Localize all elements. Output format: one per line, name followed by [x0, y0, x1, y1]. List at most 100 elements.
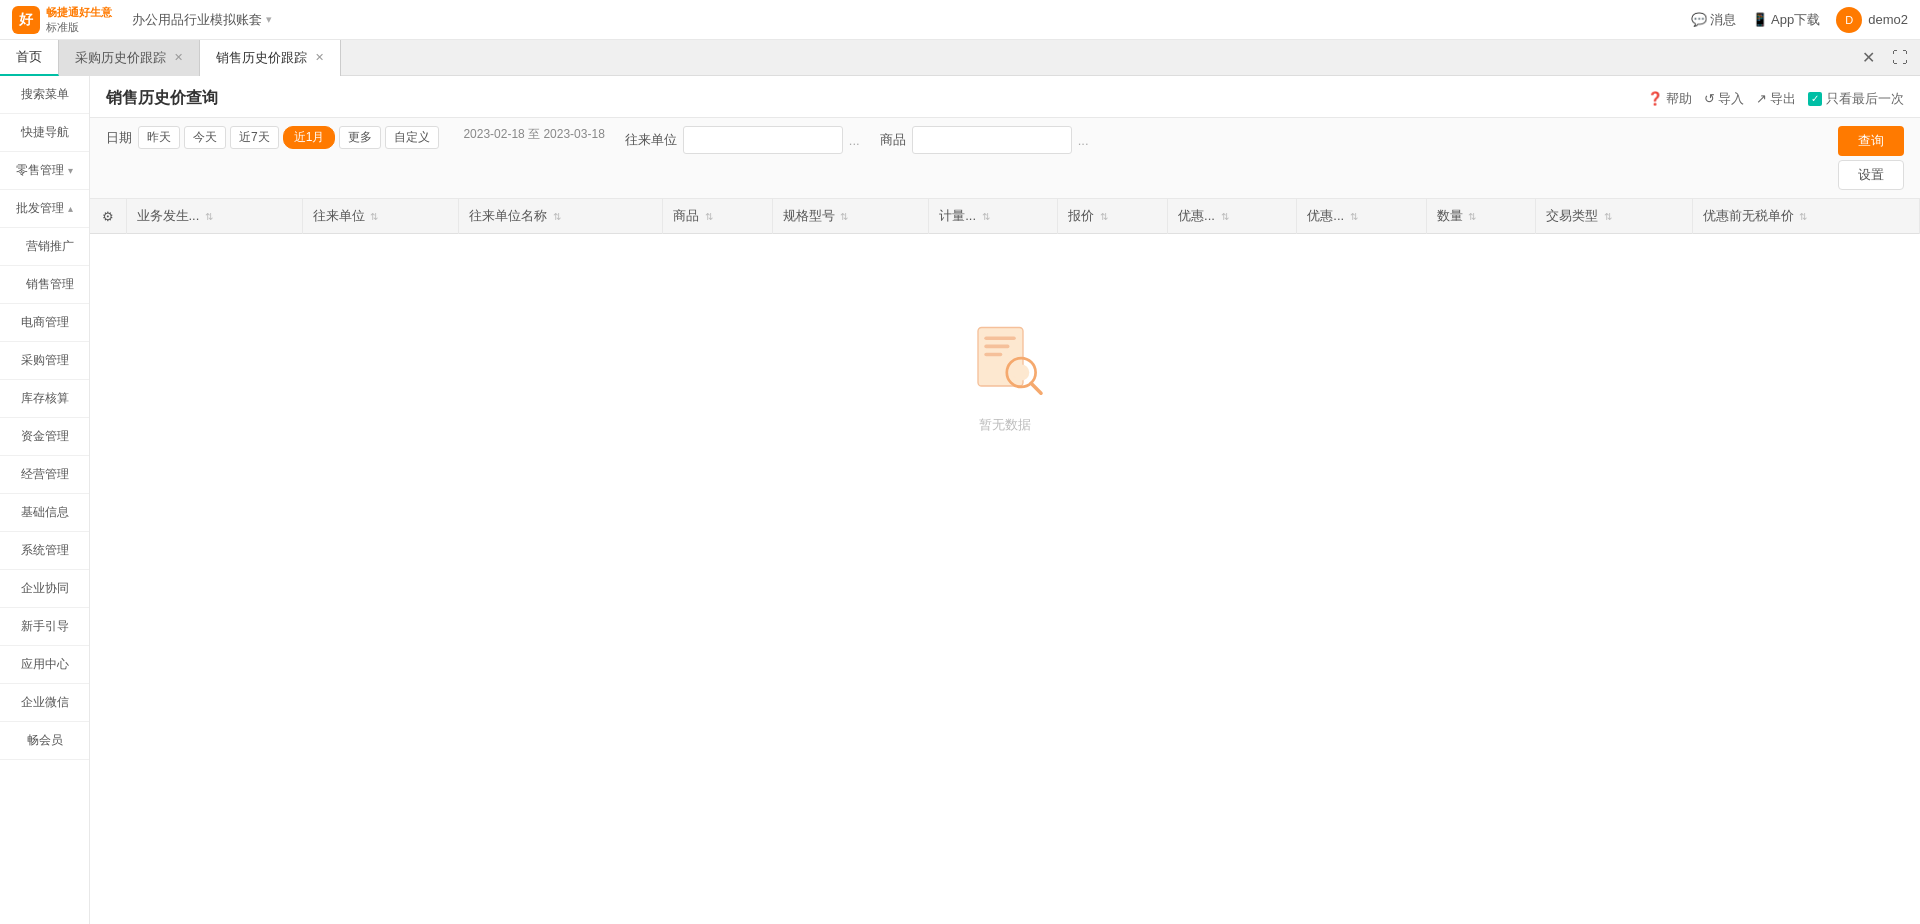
message-icon: 💬 [1691, 12, 1707, 27]
main-layout: 搜索菜单 快捷导航 零售管理 ▾ 批发管理 ▴ 营销推广 销售管理 电商管理 采… [0, 76, 1920, 924]
sidebar-item-enterprise-wechat[interactable]: 企业微信 [0, 684, 89, 722]
col-unit[interactable]: 计量... ⇅ [929, 199, 1058, 234]
date-btn-today[interactable]: 今天 [184, 126, 226, 149]
date-btn-1month[interactable]: 近1月 [283, 126, 336, 149]
sidebar-item-search-menu[interactable]: 搜索菜单 [0, 76, 89, 114]
top-header: 好 畅捷通好生意 标准版 办公用品行业模拟账套 ▾ 💬 消息 📱 App下载 D… [0, 0, 1920, 40]
sort-icon: ⇅ [1221, 211, 1229, 222]
logo-area: 好 畅捷通好生意 标准版 [12, 5, 112, 34]
date-range-text: 2023-02-18 至 2023-03-18 [463, 126, 604, 143]
filter-row: 日期 昨天 今天 近7天 近1月 更多 自定义 2023-02-18 至 202… [90, 118, 1920, 199]
col-trade-type[interactable]: 交易类型 ⇅ [1536, 199, 1693, 234]
tab-home[interactable]: 首页 [0, 40, 59, 76]
maximize-btn[interactable]: ⛶ [1888, 46, 1912, 70]
goods-dots[interactable]: ... [1078, 133, 1089, 148]
sort-icon: ⇅ [840, 211, 848, 222]
header-right: 💬 消息 📱 App下载 D demo2 [1691, 7, 1908, 33]
header-left: 好 畅捷通好生意 标准版 办公用品行业模拟账套 ▾ [12, 5, 272, 34]
table-header: ⚙ 业务发生... ⇅ 往来单位 ⇅ 往来单位名称 ⇅ [90, 199, 1920, 234]
sidebar-item-quick-nav[interactable]: 快捷导航 [0, 114, 89, 152]
goods-label: 商品 [880, 131, 906, 149]
sidebar-item-purchase-mgmt[interactable]: 采购管理 [0, 342, 89, 380]
col-counterparty-name[interactable]: 往来单位名称 ⇅ [459, 199, 663, 234]
col-discount2[interactable]: 优惠... ⇅ [1297, 199, 1426, 234]
filter-action-btns: 查询 设置 [1838, 126, 1904, 190]
sidebar-item-wholesale-mgmt[interactable]: 批发管理 ▴ [0, 190, 89, 228]
tab-sales-history[interactable]: 销售历史价跟踪 ✕ [200, 40, 341, 76]
help-btn[interactable]: ❓ 帮助 [1647, 90, 1692, 108]
sort-icon: ⇅ [553, 211, 561, 222]
svg-line-5 [1031, 383, 1041, 393]
sidebar-item-finance-mgmt[interactable]: 资金管理 [0, 418, 89, 456]
import-btn[interactable]: ↺ 导入 [1704, 90, 1744, 108]
sidebar-item-ops-mgmt[interactable]: 经营管理 [0, 456, 89, 494]
date-filter-group: 日期 昨天 今天 近7天 近1月 更多 自定义 [106, 126, 439, 149]
dropdown-icon[interactable]: ▾ [266, 13, 272, 26]
user-area[interactable]: D demo2 [1836, 7, 1908, 33]
counterparty-dots[interactable]: ... [849, 133, 860, 148]
empty-state: 暂无数据 [90, 234, 1920, 514]
query-button[interactable]: 查询 [1838, 126, 1904, 156]
date-btn-custom[interactable]: 自定义 [385, 126, 439, 149]
empty-icon [960, 314, 1050, 404]
goods-input[interactable] [912, 126, 1072, 154]
chevron-up-icon: ▴ [68, 203, 73, 214]
col-goods[interactable]: 商品 ⇅ [663, 199, 773, 234]
sidebar-item-vip-member[interactable]: 畅会员 [0, 722, 89, 760]
date-btn-7days[interactable]: 近7天 [230, 126, 279, 149]
tab-purchase-history[interactable]: 采购历史价跟踪 ✕ [59, 40, 200, 76]
sidebar-item-marketing[interactable]: 营销推广 [0, 228, 89, 266]
date-btn-yesterday[interactable]: 昨天 [138, 126, 180, 149]
sidebar-item-enterprise-collab[interactable]: 企业协同 [0, 570, 89, 608]
only-last-checkbox-label[interactable]: ✓ 只看最后一次 [1808, 90, 1904, 108]
col-biz-date[interactable]: 业务发生... ⇅ [126, 199, 302, 234]
logo-text: 畅捷通好生意 标准版 [46, 5, 112, 34]
app-title: 办公用品行业模拟账套 ▾ [132, 11, 272, 29]
empty-text: 暂无数据 [979, 416, 1031, 434]
logo-icon: 好 [12, 6, 40, 34]
close-sales-tab[interactable]: ✕ [315, 51, 324, 64]
message-btn[interactable]: 💬 消息 [1691, 11, 1736, 29]
sort-icon: ⇅ [982, 211, 990, 222]
sidebar: 搜索菜单 快捷导航 零售管理 ▾ 批发管理 ▴ 营销推广 销售管理 电商管理 采… [0, 76, 90, 924]
sidebar-item-retail-mgmt[interactable]: 零售管理 ▾ [0, 152, 89, 190]
sidebar-item-inventory[interactable]: 库存核算 [0, 380, 89, 418]
sort-icon: ⇅ [1604, 211, 1612, 222]
date-label: 日期 [106, 129, 132, 147]
tab-bar: 首页 采购历史价跟踪 ✕ 销售历史价跟踪 ✕ ✕ ⛶ [0, 40, 1920, 76]
col-counterparty[interactable]: 往来单位 ⇅ [302, 199, 459, 234]
svg-rect-2 [984, 345, 1009, 349]
date-btn-more[interactable]: 更多 [339, 126, 381, 149]
sort-icon: ⇅ [705, 211, 713, 222]
sidebar-item-system-mgmt[interactable]: 系统管理 [0, 532, 89, 570]
sidebar-item-app-center[interactable]: 应用中心 [0, 646, 89, 684]
table-wrap: ⚙ 业务发生... ⇅ 往来单位 ⇅ 往来单位名称 ⇅ [90, 199, 1920, 924]
help-icon: ❓ [1647, 91, 1663, 106]
col-quote[interactable]: 报价 ⇅ [1058, 199, 1168, 234]
close-window-btn[interactable]: ✕ [1856, 46, 1880, 70]
app-download-btn[interactable]: 📱 App下载 [1752, 11, 1820, 29]
goods-filter-group: 商品 ... [880, 126, 1089, 154]
only-last-checkbox[interactable]: ✓ [1808, 92, 1822, 106]
sidebar-item-new-guide[interactable]: 新手引导 [0, 608, 89, 646]
counterparty-filter-group: 往来单位 ... [625, 126, 860, 154]
date-buttons: 昨天 今天 近7天 近1月 更多 自定义 [138, 126, 439, 149]
col-pre-tax-price[interactable]: 优惠前无税单价 ⇅ [1692, 199, 1919, 234]
chevron-down-icon: ▾ [68, 165, 73, 176]
sidebar-item-ecommerce-mgmt[interactable]: 电商管理 [0, 304, 89, 342]
sidebar-item-sales-mgmt[interactable]: 销售管理 [0, 266, 89, 304]
settings-button[interactable]: 设置 [1838, 160, 1904, 190]
close-purchase-tab[interactable]: ✕ [174, 51, 183, 64]
col-spec[interactable]: 规格型号 ⇅ [772, 199, 929, 234]
sort-icon: ⇅ [1799, 211, 1807, 222]
col-gear[interactable]: ⚙ [90, 199, 126, 234]
sidebar-item-basic-info[interactable]: 基础信息 [0, 494, 89, 532]
counterparty-label: 往来单位 [625, 131, 677, 149]
export-btn[interactable]: ↗ 导出 [1756, 90, 1796, 108]
page-title: 销售历史价查询 [106, 88, 218, 109]
sort-icon: ⇅ [1100, 211, 1108, 222]
page-header: 销售历史价查询 ❓ 帮助 ↺ 导入 ↗ 导出 ✓ 只看最后一次 [90, 76, 1920, 118]
counterparty-input[interactable] [683, 126, 843, 154]
col-quantity[interactable]: 数量 ⇅ [1426, 199, 1536, 234]
col-discount1[interactable]: 优惠... ⇅ [1168, 199, 1297, 234]
